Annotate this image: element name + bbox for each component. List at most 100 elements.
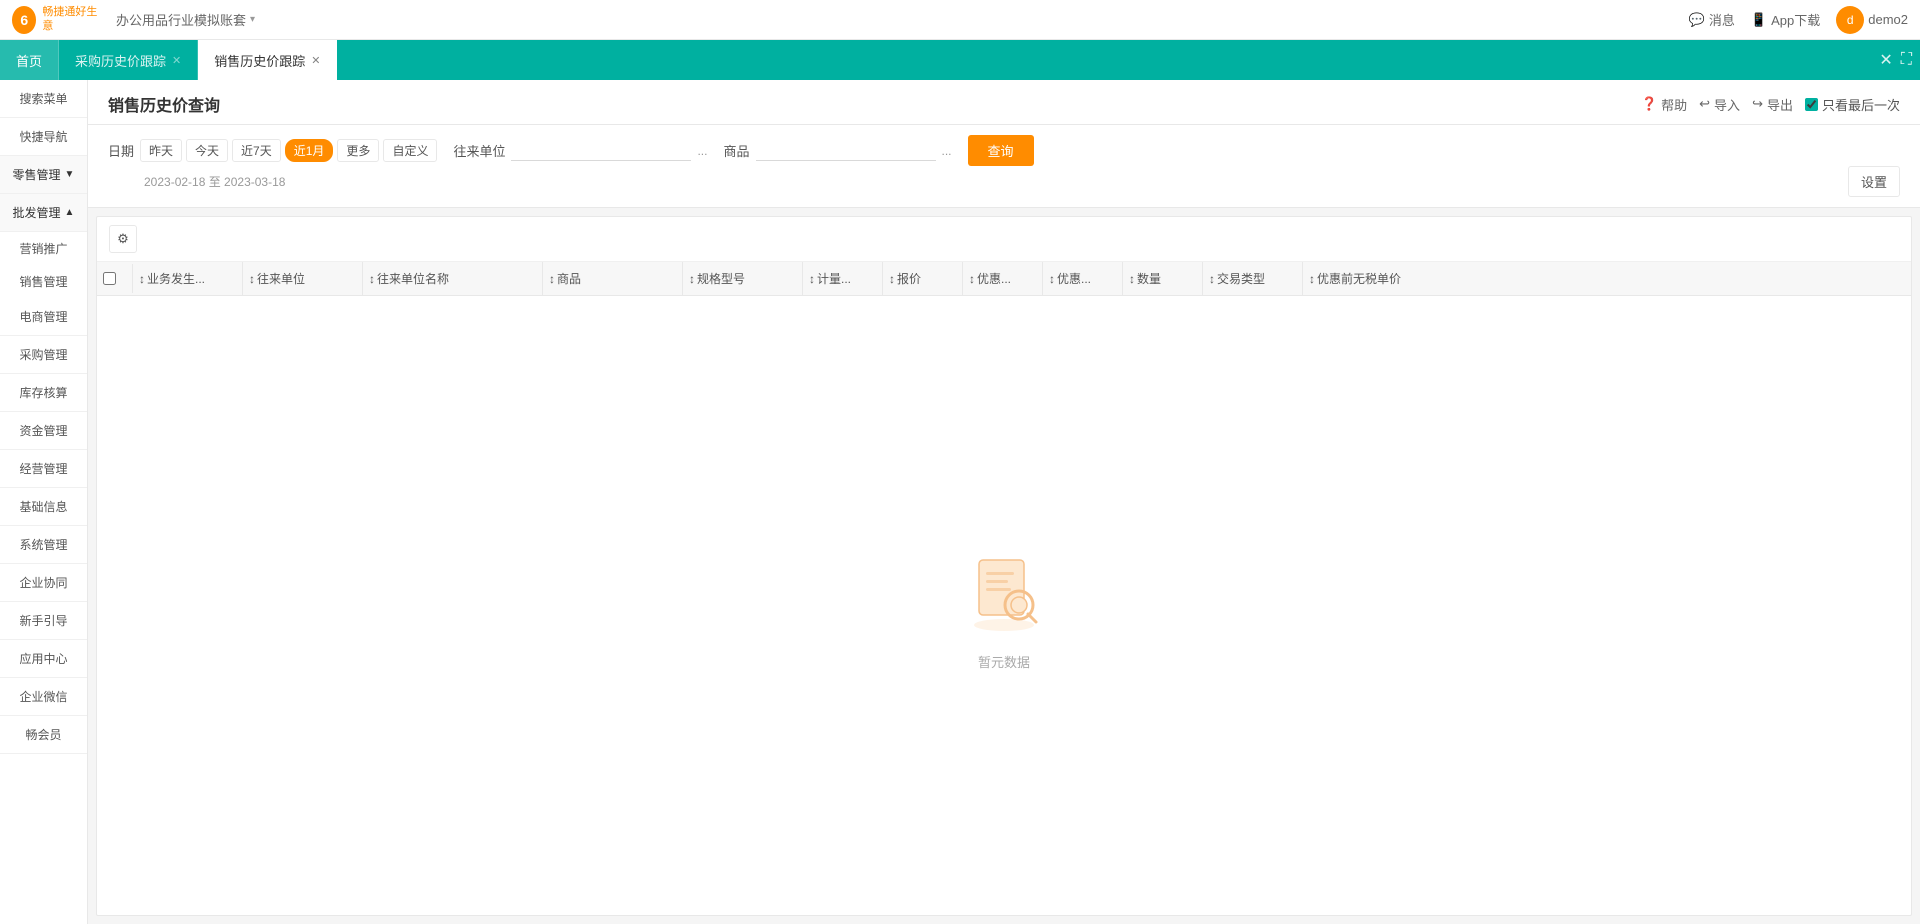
app-download-action[interactable]: 📱 App下载 (1751, 10, 1820, 29)
logo-area: 6 畅捷通好生意 (12, 6, 100, 34)
date-btn-yesterday[interactable]: 昨天 (140, 139, 182, 162)
only-last-checkbox-label[interactable]: 只看最后一次 (1805, 95, 1900, 114)
page-header-actions: ❓ 帮助 ↩ 导入 ↪ 导出 只看最后一次 (1641, 95, 1900, 114)
th-unit-name: ↕ 往来单位名称 (363, 262, 543, 295)
workspace-name: 办公用品行业模拟账套 (116, 10, 246, 29)
th-quote-sort-icon: ↕ (889, 272, 895, 286)
message-icon: 💬 (1689, 12, 1705, 28)
th-no-tax-sort-icon: ↕ (1309, 272, 1315, 286)
th-discount1-sort-icon: ↕ (969, 272, 975, 286)
date-btn-1month[interactable]: 近1月 (285, 139, 334, 162)
topbar-right: 💬 消息 📱 App下载 d demo2 (1689, 6, 1908, 34)
goods-dots-icon[interactable]: ... (942, 144, 952, 158)
goods-label: 商品 (723, 141, 749, 160)
export-label: 导出 (1767, 95, 1793, 114)
marketing-label: 营销推广 (19, 242, 67, 256)
only-last-checkbox[interactable] (1805, 98, 1818, 111)
sidebar-item-quick-nav[interactable]: 快捷导航 (0, 118, 87, 156)
th-discount1: ↕ 优惠... (963, 262, 1043, 295)
th-unit-code-text: 往来单位 (257, 270, 305, 287)
th-spec: ↕ 规格型号 (683, 262, 803, 295)
sidebar-item-sales-mgmt[interactable]: 销售管理 (0, 265, 87, 298)
tab-purchase-history[interactable]: 采购历史价跟踪 ✕ (59, 40, 198, 80)
sidebar-item-member[interactable]: 畅会员 (0, 716, 87, 754)
date-label: 日期 (108, 141, 134, 160)
sidebar-item-purchase[interactable]: 采购管理 (0, 336, 87, 374)
tab-sales-history-close-icon[interactable]: ✕ (311, 54, 320, 67)
empty-text: 暂元数据 (978, 652, 1030, 671)
help-action[interactable]: ❓ 帮助 (1641, 95, 1687, 114)
select-all-checkbox[interactable] (103, 272, 116, 285)
th-qty-text: 数量 (1137, 270, 1161, 287)
basic-info-label: 基础信息 (19, 500, 67, 514)
th-biz-date-text: 业务发生... (147, 270, 205, 287)
empty-svg-icon (954, 540, 1054, 640)
table-settings-icon[interactable]: ⚙ (109, 225, 137, 253)
th-goods-text: 商品 (557, 270, 581, 287)
th-trade-sort-icon: ↕ (1209, 272, 1215, 286)
sidebar-item-marketing[interactable]: 营销推广 (0, 232, 87, 265)
date-btn-custom[interactable]: 自定义 (383, 139, 437, 162)
workspace-selector[interactable]: 办公用品行业模拟账套 ▾ (108, 10, 263, 29)
sidebar-item-search-menu[interactable]: 搜索菜单 (0, 80, 87, 118)
settings-button[interactable]: 设置 (1848, 166, 1900, 197)
date-btn-7days[interactable]: 近7天 (232, 139, 281, 162)
unit-filter-group: 往来单位 ... (453, 141, 707, 161)
tab-sales-history[interactable]: 销售历史价跟踪 ✕ (198, 40, 337, 80)
import-action[interactable]: ↩ 导入 (1699, 95, 1740, 114)
table-header: ↕ 业务发生... ↕ 往来单位 ↕ 往来单位名称 ↕ 商品 ↕ 规格型号 (97, 262, 1911, 296)
wholesale-mgmt-label: 批发管理 (13, 204, 61, 221)
sales-mgmt-label: 销售管理 (19, 275, 67, 289)
table-toolbar: ⚙ (97, 217, 1911, 262)
sidebar-item-finance[interactable]: 资金管理 (0, 412, 87, 450)
sidebar-item-basic-info[interactable]: 基础信息 (0, 488, 87, 526)
th-discount2-sort-icon: ↕ (1049, 272, 1055, 286)
topbar-left: 6 畅捷通好生意 办公用品行业模拟账套 ▾ (12, 6, 263, 34)
page-title: 销售历史价查询 (108, 92, 220, 116)
close-tab-btn[interactable]: ✕ (1879, 50, 1892, 70)
export-icon: ↪ (1752, 96, 1763, 112)
system-label: 系统管理 (19, 538, 67, 552)
th-trade-type: ↕ 交易类型 (1203, 262, 1303, 295)
sidebar-item-ecommerce[interactable]: 电商管理 (0, 298, 87, 336)
topbar: 6 畅捷通好生意 办公用品行业模拟账套 ▾ 💬 消息 📱 App下载 d dem… (0, 0, 1920, 40)
date-btn-more[interactable]: 更多 (337, 139, 379, 162)
th-goods-sort-icon: ↕ (549, 272, 555, 286)
query-button[interactable]: 查询 (968, 135, 1034, 166)
th-qty-sort-icon: ↕ (1129, 272, 1135, 286)
import-label: 导入 (1714, 95, 1740, 114)
th-no-tax-text: 优惠前无税单价 (1317, 270, 1401, 287)
unit-dots-icon[interactable]: ... (697, 144, 707, 158)
tab-home[interactable]: 首页 (0, 40, 59, 80)
sidebar-item-app-center[interactable]: 应用中心 (0, 640, 87, 678)
tab-purchase-history-close-icon[interactable]: ✕ (172, 54, 181, 67)
enterprise-collab-label: 企业协同 (19, 576, 67, 590)
th-goods: ↕ 商品 (543, 262, 683, 295)
sidebar-item-operations[interactable]: 经营管理 (0, 450, 87, 488)
sidebar-item-enterprise-collab[interactable]: 企业协同 (0, 564, 87, 602)
unit-input[interactable] (511, 141, 691, 161)
help-label: 帮助 (1661, 95, 1687, 114)
goods-input[interactable] (756, 141, 936, 161)
th-spec-sort-icon: ↕ (689, 272, 695, 286)
empty-state: 暂元数据 (97, 296, 1911, 915)
sidebar-item-wholesale-mgmt[interactable]: 批发管理 ▲ (0, 194, 87, 232)
th-unit-name-sort-icon: ↕ (369, 272, 375, 286)
sidebar-item-inventory[interactable]: 库存核算 (0, 374, 87, 412)
message-action[interactable]: 💬 消息 (1689, 10, 1735, 29)
user-avatar[interactable]: d demo2 (1836, 6, 1908, 34)
unit-label: 往来单位 (453, 141, 505, 160)
th-unit-name-text: 往来单位名称 (377, 270, 449, 287)
sidebar-item-retail-mgmt[interactable]: 零售管理 ▼ (0, 156, 87, 194)
date-filter-group: 日期 昨天 今天 近7天 近1月 更多 自定义 (108, 139, 437, 162)
export-action[interactable]: ↪ 导出 (1752, 95, 1793, 114)
tabbar-actions: ✕ ⛶ (1879, 40, 1920, 80)
date-btn-today[interactable]: 今天 (186, 139, 228, 162)
sidebar-item-system[interactable]: 系统管理 (0, 526, 87, 564)
wholesale-mgmt-arrow-icon: ▲ (65, 207, 75, 218)
sidebar-item-newbie[interactable]: 新手引导 (0, 602, 87, 640)
maximize-btn[interactable]: ⛶ (1901, 51, 1912, 69)
import-icon: ↩ (1699, 96, 1710, 112)
sidebar-item-enterprise-wechat[interactable]: 企业微信 (0, 678, 87, 716)
sidebar: 搜索菜单 快捷导航 零售管理 ▼ 批发管理 ▲ 营销推广 销售管理 电商管理 采… (0, 80, 88, 924)
